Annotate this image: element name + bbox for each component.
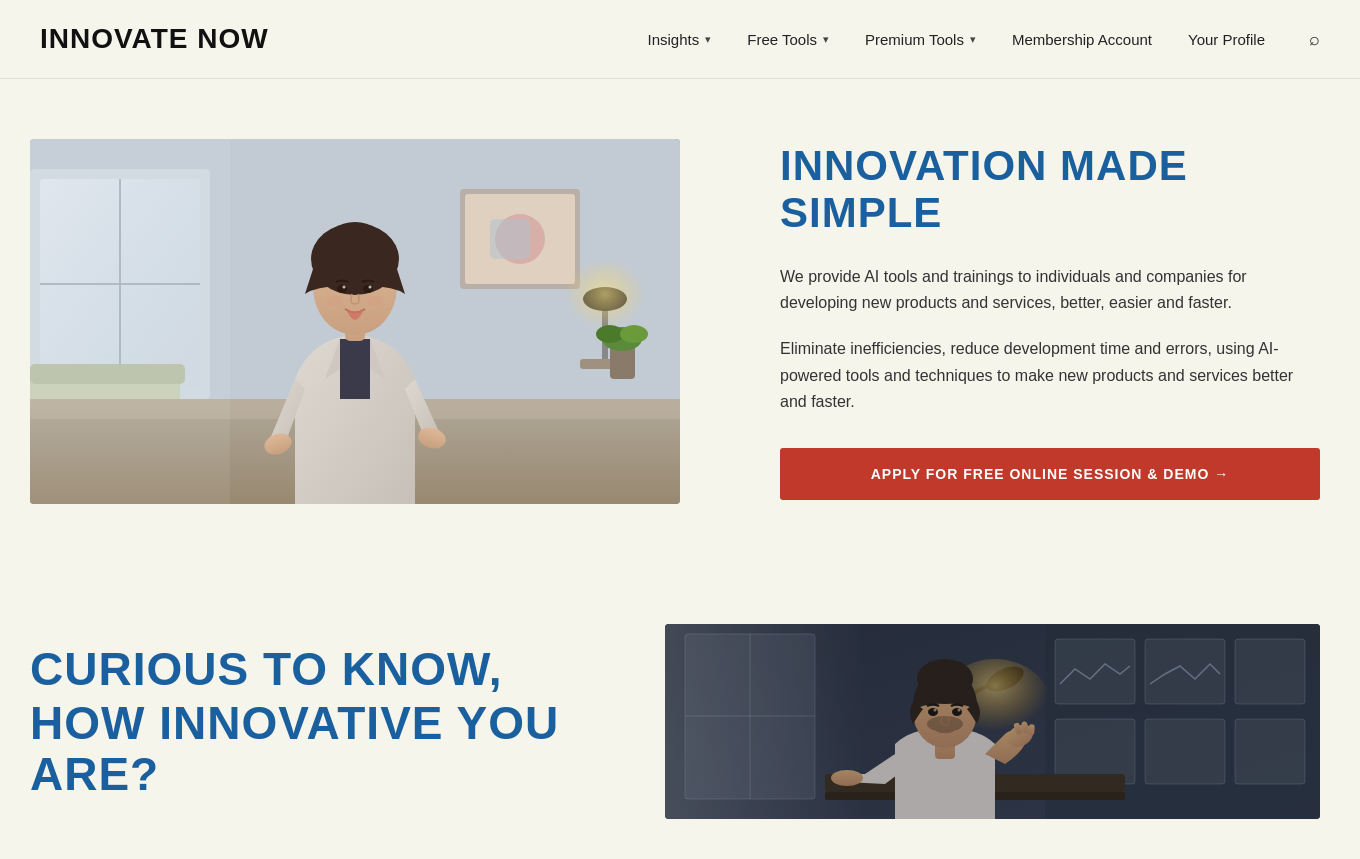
profile-label: Your Profile (1188, 31, 1265, 48)
svg-point-21 (620, 325, 648, 343)
svg-point-29 (337, 285, 347, 293)
free-tools-label: Free Tools (747, 31, 817, 48)
svg-point-31 (343, 286, 346, 289)
svg-point-32 (369, 286, 372, 289)
membership-label: Membership Account (1012, 31, 1152, 48)
premium-tools-label: Premium Tools (865, 31, 964, 48)
free-tools-chevron-icon: ▾ (823, 33, 829, 46)
insights-label: Insights (648, 31, 700, 48)
second-content: CURIOUS TO KNOW, HOW INNOVATIVE YOU ARE? (30, 644, 610, 800)
svg-rect-11 (490, 219, 530, 259)
site-header: INNOVATE NOW Insights ▾ Free Tools ▾ Pre… (0, 0, 1360, 79)
svg-point-15 (565, 259, 645, 329)
nav-item-premium-tools[interactable]: Premium Tools ▾ (865, 31, 976, 48)
insights-chevron-icon: ▾ (705, 33, 711, 46)
premium-tools-chevron-icon: ▾ (970, 33, 976, 46)
second-title-line2: HOW INNOVATIVE YOU ARE? (30, 698, 590, 799)
second-illustration (665, 624, 1320, 819)
svg-point-34 (367, 296, 383, 306)
second-title-line1: CURIOUS TO KNOW, (30, 644, 590, 695)
svg-rect-67 (665, 624, 1320, 819)
hero-title: INNOVATION MADE SIMPLE (780, 143, 1320, 235)
hero-image (30, 139, 680, 504)
nav-item-profile[interactable]: Your Profile (1188, 31, 1265, 48)
hero-content: INNOVATION MADE SIMPLE We provide AI too… (740, 143, 1320, 499)
nav-item-membership[interactable]: Membership Account (1012, 31, 1152, 48)
main-nav: Insights ▾ Free Tools ▾ Premium Tools ▾ … (648, 29, 1320, 50)
second-section: CURIOUS TO KNOW, HOW INNOVATIVE YOU ARE? (0, 564, 1360, 859)
nav-item-free-tools[interactable]: Free Tools ▾ (747, 31, 829, 48)
cta-button[interactable]: APPLY FOR FREE ONLINE SESSION & DEMO → (780, 448, 1320, 500)
svg-rect-35 (30, 139, 230, 504)
second-image (665, 624, 1320, 819)
hero-paragraph-1: We provide AI tools and trainings to ind… (780, 264, 1320, 317)
svg-point-33 (327, 296, 343, 306)
hero-section: INNOVATION MADE SIMPLE We provide AI too… (0, 79, 1360, 564)
svg-point-28 (325, 222, 385, 266)
svg-rect-22 (340, 339, 370, 399)
svg-point-30 (363, 285, 373, 293)
site-logo[interactable]: INNOVATE NOW (40, 23, 269, 55)
search-icon[interactable]: ⌕ (1309, 29, 1320, 50)
hero-paragraph-2: Eliminate inefficiencies, reduce develop… (780, 336, 1320, 415)
hero-illustration (30, 139, 680, 504)
svg-point-20 (596, 325, 624, 343)
nav-item-insights[interactable]: Insights ▾ (648, 31, 712, 48)
